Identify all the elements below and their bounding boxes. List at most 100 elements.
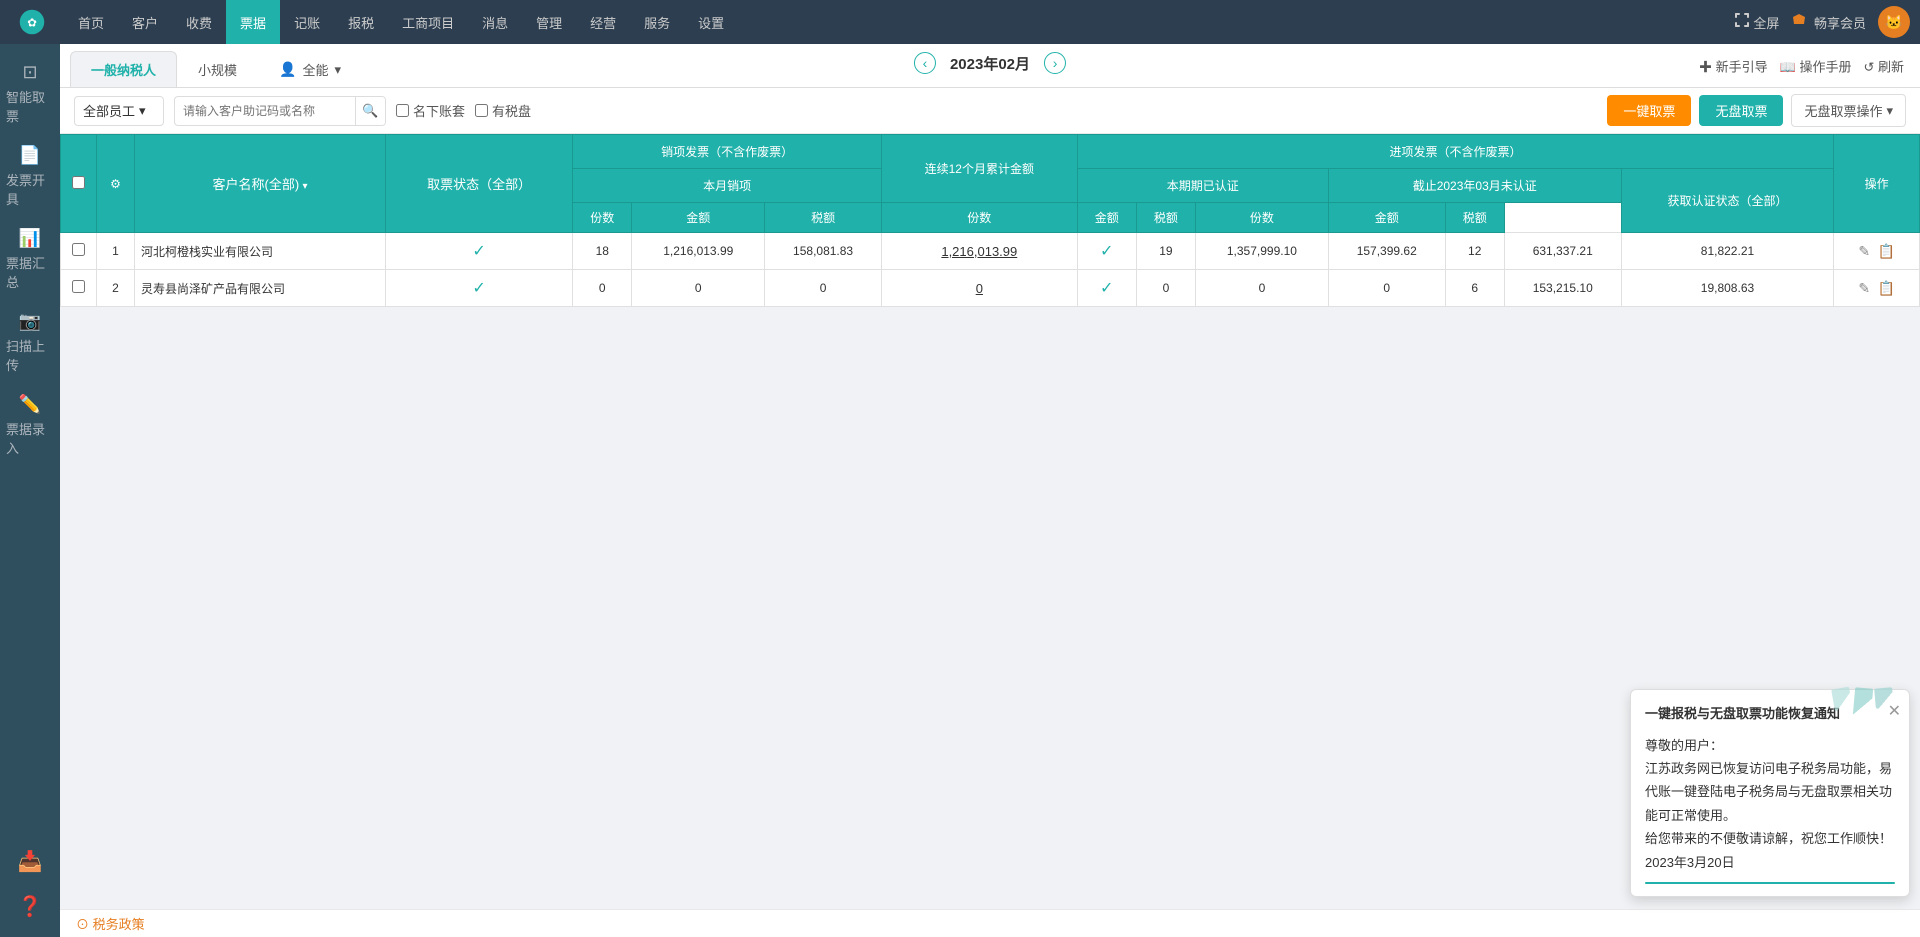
checkbox-taxdisk-input[interactable] — [475, 104, 488, 117]
sidebar-item-invoice-open[interactable]: 📄 发票开具 — [2, 137, 58, 216]
sidebar-item-entry[interactable]: ✏️ 票据录入 — [2, 386, 58, 465]
fullscreen-btn[interactable]: 全屏 — [1734, 12, 1780, 32]
row2-recognize-status: ✓ — [1077, 270, 1136, 307]
row1-u-amount: 631,337.21 — [1504, 233, 1621, 270]
row1-p-amount: 1,357,999.10 — [1196, 233, 1329, 270]
nav-service[interactable]: 服务 — [630, 0, 684, 44]
th-status: 取票状态（全部） — [386, 135, 573, 233]
sidebar-item-label-0: 智能取票 — [6, 87, 54, 125]
row1-detail-btn[interactable]: 📋 — [1877, 243, 1894, 259]
row2-actions: ✎ 📋 — [1834, 270, 1920, 307]
row2-shares: 0 — [573, 270, 632, 307]
checkbox-account[interactable]: 名下账套 — [396, 101, 465, 120]
sidebar-download-btn[interactable]: 📥 — [2, 841, 58, 882]
checkbox-taxdisk[interactable]: 有税盘 — [475, 101, 531, 120]
nav-message[interactable]: 消息 — [468, 0, 522, 44]
sidebar-item-scan[interactable]: 📷 扫描上传 — [2, 303, 58, 382]
one-key-ticket-btn[interactable]: 一键取票 — [1607, 95, 1691, 126]
nav-accounting[interactable]: 记账 — [280, 0, 334, 44]
row1-cumulative: 1,216,013.99 — [881, 233, 1077, 270]
search-button[interactable]: 🔍 — [355, 96, 385, 126]
employee-dropdown-icon: ▾ — [139, 103, 146, 119]
sidebar-help-btn[interactable]: ❓ — [2, 886, 58, 927]
vip-label: 畅享会员 — [1814, 16, 1866, 31]
row1-shares: 18 — [573, 233, 632, 270]
tab-general-taxpayer[interactable]: 一般纳税人 — [70, 51, 177, 87]
nav-settings[interactable]: 设置 — [684, 0, 738, 44]
th-period-recognized: 本期期已认证 — [1077, 169, 1328, 203]
nav-invoice[interactable]: 票据 — [226, 0, 280, 44]
tab-small-label: 小规模 — [198, 60, 237, 79]
row1-tax: 158,081.83 — [765, 233, 882, 270]
notification-greeting: 尊敬的用户： — [1645, 734, 1895, 757]
row2-u-amount: 153,215.10 — [1504, 270, 1621, 307]
th-checkbox — [61, 135, 97, 233]
toolbar: 全部员工 ▾ 🔍 名下账套 有税盘 一键取票 无盘取票 无盘取票操作 ▾ — [60, 88, 1920, 134]
notification-date: 2023年3月20日 — [1645, 851, 1895, 874]
search-box: 🔍 — [174, 96, 386, 126]
row1-p-tax: 157,399.62 — [1328, 233, 1445, 270]
tax-policy-link[interactable]: ⊙ 税务政策 — [76, 914, 145, 933]
new-guide-btn[interactable]: ✚ 新手引导 — [1699, 56, 1768, 75]
refresh-btn[interactable]: ↺ 刷新 — [1863, 56, 1904, 75]
tab-all-icon: 👤 — [279, 61, 296, 78]
th-sales-group: 销项发票（不含作废票） — [573, 135, 882, 169]
svg-text:✿: ✿ — [27, 17, 37, 29]
row2-status: ✓ — [386, 270, 573, 307]
employee-select[interactable]: 全部员工 ▾ — [74, 96, 164, 126]
row1-customer: 河北柯橙栈实业有限公司 — [135, 233, 386, 270]
nav-manage[interactable]: 管理 — [522, 0, 576, 44]
manual-btn[interactable]: 📖 操作手册 — [1780, 56, 1852, 75]
main-content: 一般纳税人 小规模 👤 全能 ▾ ‹ 2023年02月 › ✚ 新手引导 📖 操… — [60, 44, 1920, 937]
tab-all-label: 全能 — [302, 60, 328, 79]
row2-detail-btn[interactable]: 📋 — [1877, 280, 1894, 296]
row1-status: ✓ — [386, 233, 573, 270]
th-amount2: 金额 — [1077, 203, 1136, 233]
fullscreen-label: 全屏 — [1753, 16, 1779, 31]
th-sales-month: 本月销项 — [573, 169, 882, 203]
nav-operation[interactable]: 经营 — [576, 0, 630, 44]
summary-icon: 📊 — [19, 228, 41, 249]
row1-checkbox[interactable] — [61, 233, 97, 270]
vip-btn[interactable]: 畅享会员 — [1791, 12, 1866, 32]
nav-tax[interactable]: 报税 — [334, 0, 388, 44]
row2-cumulative: 0 — [881, 270, 1077, 307]
user-avatar[interactable]: 🐱 — [1878, 6, 1910, 38]
entry-icon: ✏️ — [19, 394, 41, 415]
row2-edit-btn[interactable]: ✎ — [1858, 280, 1870, 296]
row2-checkbox[interactable] — [61, 270, 97, 307]
sidebar-item-smart-ticket[interactable]: ⊡ 智能取票 — [2, 54, 58, 133]
th-action: 操作 — [1834, 135, 1920, 233]
search-input[interactable] — [175, 104, 355, 118]
sidebar-item-label-3: 扫描上传 — [6, 336, 54, 374]
top-nav: ✿ 首页 客户 收费 票据 记账 报税 工商项目 消息 管理 经营 服务 设置 … — [0, 0, 1920, 44]
row1-u-shares: 12 — [1445, 233, 1504, 270]
checkbox-account-label: 名下账套 — [413, 101, 465, 120]
th-purchase-group: 进项发票（不含作废票） — [1077, 135, 1834, 169]
no-disk-action-label: 无盘取票操作 — [1804, 101, 1882, 120]
nav-customer[interactable]: 客户 — [118, 0, 172, 44]
tab-general-label: 一般纳税人 — [91, 60, 156, 79]
row1-num: 1 — [97, 233, 135, 270]
th-amount3: 金额 — [1328, 203, 1445, 233]
period-prev-btn[interactable]: ‹ — [914, 52, 936, 74]
row1-recognize-status: ✓ — [1077, 233, 1136, 270]
employee-select-label: 全部员工 — [83, 101, 135, 120]
nav-home[interactable]: 首页 — [64, 0, 118, 44]
nav-fee[interactable]: 收费 — [172, 0, 226, 44]
checkbox-account-input[interactable] — [396, 104, 409, 117]
row2-tax: 0 — [765, 270, 882, 307]
no-disk-ticket-btn[interactable]: 无盘取票 — [1699, 95, 1783, 126]
select-all-checkbox[interactable] — [72, 176, 85, 189]
app-logo: ✿ — [10, 0, 54, 44]
row1-edit-btn[interactable]: ✎ — [1858, 243, 1870, 259]
smart-ticket-icon: ⊡ — [22, 62, 37, 83]
sidebar-bottom: 📥 ❓ — [2, 841, 58, 937]
nav-business[interactable]: 工商项目 — [388, 0, 468, 44]
tab-small-scale[interactable]: 小规模 — [177, 51, 258, 87]
period-nav: ‹ 2023年02月 › — [914, 52, 1066, 74]
no-disk-action-btn[interactable]: 无盘取票操作 ▾ — [1791, 94, 1906, 127]
period-next-btn[interactable]: › — [1044, 52, 1066, 74]
sidebar-item-summary[interactable]: 📊 票据汇总 — [2, 220, 58, 299]
tab-all[interactable]: 👤 全能 ▾ — [258, 51, 362, 87]
